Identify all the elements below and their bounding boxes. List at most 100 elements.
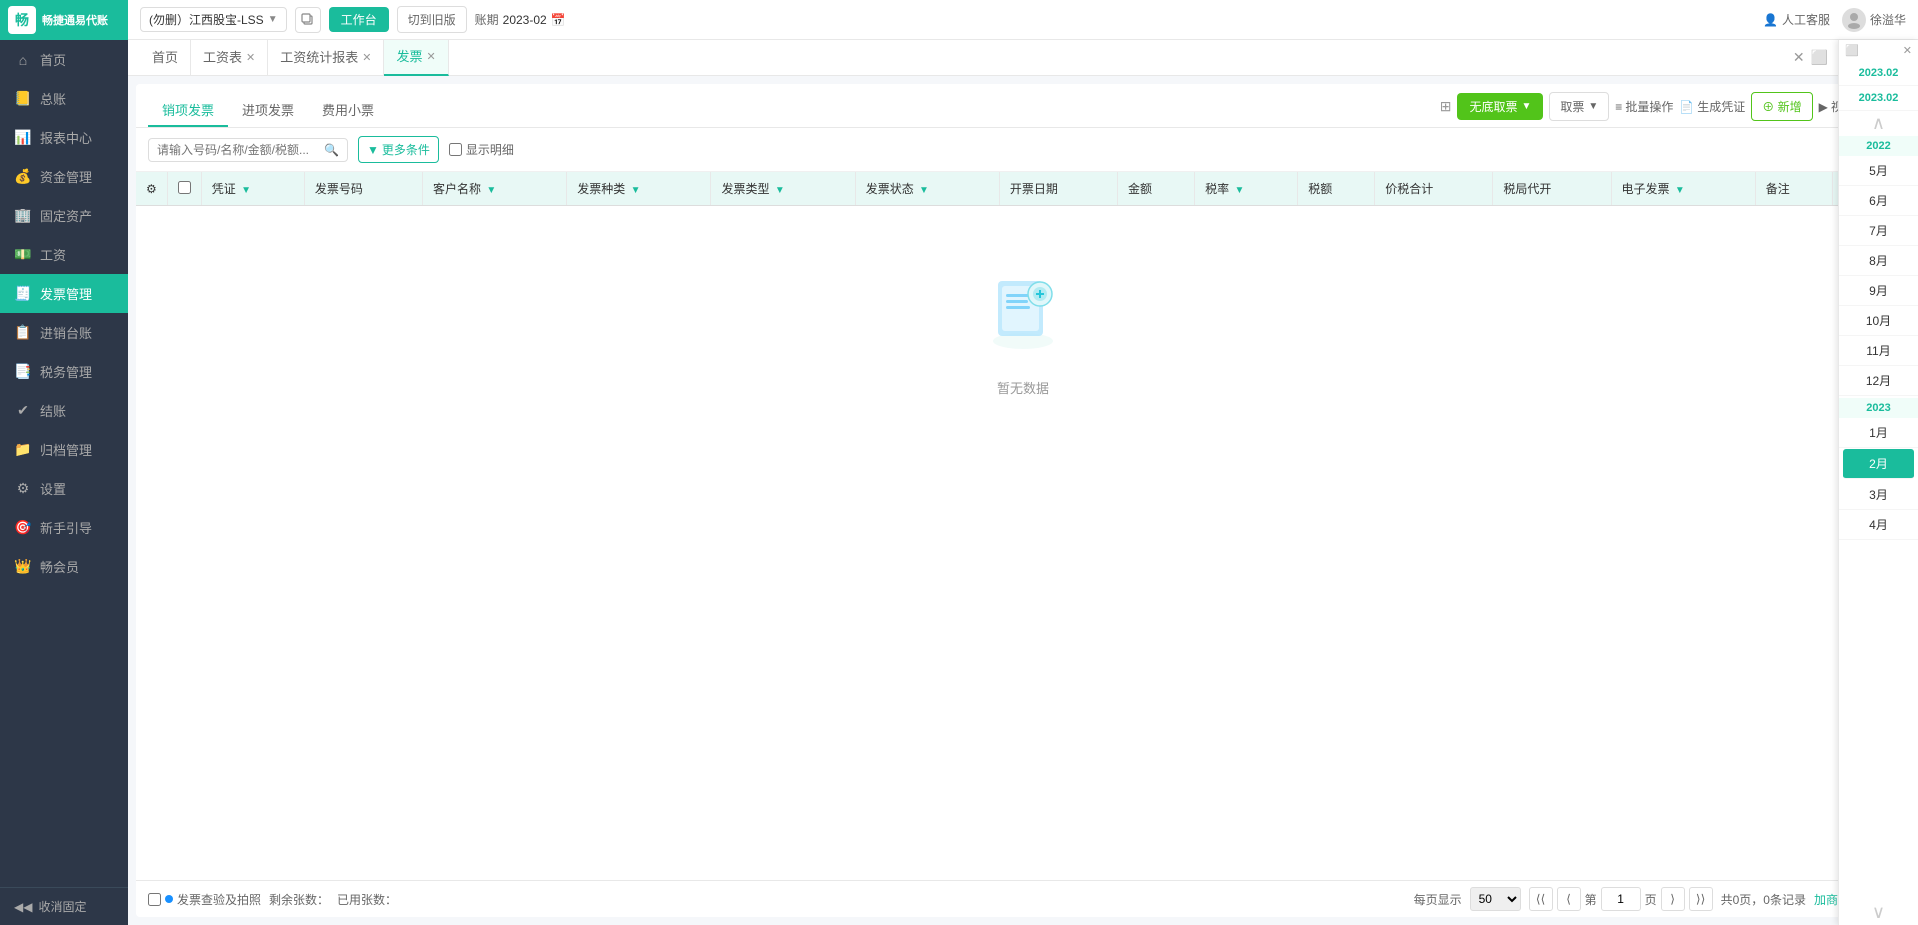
filter-icon[interactable]: ▼ [919,185,929,196]
filter-icon[interactable]: ▼ [631,185,641,196]
user-avatar [1842,8,1866,32]
filter-icon[interactable]: ▼ [486,185,496,196]
date-month-2023-1[interactable]: 1月 [1839,418,1918,448]
service-button[interactable]: 👤 人工客服 [1763,11,1830,28]
date-month-10[interactable]: 10月 [1839,306,1918,336]
no-ticket-dropdown-arrow: ▼ [1521,101,1531,112]
date-header-2[interactable]: 2023.02 [1839,86,1918,111]
sidebar-item-ledger[interactable]: 📒 总账 [0,79,128,118]
main-content: (勿删）江西股宝-LSS ▼ 工作台 切到旧版 账期 2023-02 📅 👤 人… [128,0,1918,925]
filter-icon[interactable]: ▼ [241,185,251,196]
tab-home[interactable]: 首页 [140,40,191,76]
sidebar-item-member[interactable]: 👑 畅会员 [0,547,128,586]
invoice-table: ⚙ 凭证 ▼ 发票号码 客户名称 ▼ 发票种类 ▼ 发票类型 ▼ 发票状态 ▼ … [136,172,1910,206]
sidebar-item-guide[interactable]: 🎯 新手引导 [0,508,128,547]
date-month-5[interactable]: 5月 [1839,156,1918,186]
copy-button[interactable] [295,7,321,33]
tab-salary-table[interactable]: 工资表 ✕ [191,40,268,76]
first-page-button[interactable]: ⟨⟨ [1529,887,1553,911]
th-invoice-no: 发票号码 [304,172,422,206]
home-icon: ⌂ [14,52,32,68]
workbench-button[interactable]: 工作台 [329,7,389,32]
date-month-8[interactable]: 8月 [1839,246,1918,276]
filter-icon[interactable]: ▼ [775,185,785,196]
tab-label: 工资统计报表 [280,40,358,76]
search-input[interactable] [157,143,320,157]
date-month-6[interactable]: 6月 [1839,186,1918,216]
sub-tab-purchase[interactable]: 进项发票 [228,94,308,127]
tab-close-icon[interactable]: ✕ [246,40,255,76]
scroll-up-icon[interactable]: ∧ [1839,111,1918,136]
date-month-11[interactable]: 11月 [1839,336,1918,366]
filter-icon[interactable]: ▼ [1675,185,1685,196]
collapse-label: 收消固定 [38,898,86,915]
tab-invoices[interactable]: 发票 ✕ [384,40,448,76]
sidebar-item-tax[interactable]: 📑 税务管理 [0,352,128,391]
show-detail-checkbox[interactable]: 显示明细 [449,141,514,158]
last-page-button[interactable]: ⟩⟩ [1689,887,1713,911]
per-page-select[interactable]: 50 100 200 [1470,887,1521,911]
sub-tab-sales[interactable]: 销项发票 [148,94,228,127]
date-header-1[interactable]: 2023.02 [1839,76,1918,86]
tab-salary-stats[interactable]: 工资统计报表 ✕ [268,40,384,76]
date-month-2023-3[interactable]: 3月 [1839,480,1918,510]
more-filter-button[interactable]: ▼ 更多条件 [358,136,439,163]
sidebar-item-checkout[interactable]: ✔ 结账 [0,391,128,430]
tax-icon: 📑 [14,363,32,380]
sidebar-item-archive[interactable]: 📁 归档管理 [0,430,128,469]
company-name: (勿删）江西股宝-LSS [149,11,264,28]
sidebar-item-sales[interactable]: 📋 进销台账 [0,313,128,352]
close-all-icon[interactable]: ✕ [1793,49,1805,66]
page-unit: 页 [1645,891,1657,908]
sub-tab-expense[interactable]: 费用小票 [308,94,388,127]
sidebar-item-invoices[interactable]: 🧾 发票管理 [0,274,128,313]
prev-page-button[interactable]: ⟨ [1557,887,1581,911]
generate-cert-button[interactable]: 📄 生成凭证 [1679,98,1745,115]
th-tax-rate: 税率 ▼ [1195,172,1298,206]
user-info[interactable]: 徐溢华 [1842,8,1906,32]
invoice-panel: 销项发票 进项发票 费用小票 ⊞ 无底取票 ▼ 取票 ▼ ≡ [136,84,1910,917]
sidebar: 畅 畅捷通易代账 ⌂ 首页 📒 总账 📊 报表中心 💰 资金管理 🏢 固定资产 … [0,0,128,925]
search-icon[interactable]: 🔍 [324,143,339,157]
th-settings[interactable]: ⚙ [136,172,167,206]
archive-icon: 📁 [14,441,32,458]
verify-checkbox[interactable] [148,893,161,906]
sidebar-item-salary[interactable]: 💵 工资 [0,235,128,274]
new-button[interactable]: ⊕ 新增 [1751,92,1812,121]
footer-left: 发票查验及拍照 剩余张数： 已用张数： [148,891,397,908]
date-month-9[interactable]: 9月 [1839,276,1918,306]
tab-close-icon[interactable]: ✕ [362,40,371,76]
sidebar-item-settings[interactable]: ⚙ 设置 [0,469,128,508]
switch-old-button[interactable]: 切到旧版 [397,6,467,33]
used-label: 已用张数： [337,891,397,908]
detail-checkbox[interactable] [449,143,462,156]
filter-icon[interactable]: ▼ [1234,185,1244,196]
empty-state: 暂无数据 [136,206,1910,457]
salary-icon: 💵 [14,246,32,263]
footer: 发票查验及拍照 剩余张数： 已用张数： 每页显示 50 100 200 [136,880,1910,917]
footer-right: 每页显示 50 100 200 ⟨⟨ ⟨ 第 页 ⟩ ⟩⟩ [1414,887,1898,911]
expand-icon[interactable]: ⬜ [1811,49,1828,66]
sidebar-item-assets[interactable]: 🏢 固定资产 [0,196,128,235]
date-month-2023-4[interactable]: 4月 [1839,510,1918,540]
page-input[interactable] [1601,887,1641,911]
sidebar-item-funds[interactable]: 💰 资金管理 [0,157,128,196]
sidebar-collapse[interactable]: ◀◀ 收消固定 [0,887,128,925]
tab-close-icon[interactable]: ✕ [427,39,436,75]
date-month-7[interactable]: 7月 [1839,216,1918,246]
company-selector[interactable]: (勿删）江西股宝-LSS ▼ [140,7,287,32]
sidebar-item-home[interactable]: ⌂ 首页 [0,40,128,79]
scroll-down-icon[interactable]: ∨ [1839,900,1918,925]
th-checkbox[interactable] [167,172,201,206]
guide-icon: 🎯 [14,519,32,536]
content-area: 销项发票 进项发票 费用小票 ⊞ 无底取票 ▼ 取票 ▼ ≡ [128,76,1918,925]
no-ticket-button[interactable]: 无底取票 ▼ [1457,93,1543,120]
sidebar-item-reports[interactable]: 📊 报表中心 [0,118,128,157]
date-month-2023-2[interactable]: 2月 [1843,449,1914,479]
date-month-12[interactable]: 12月 [1839,366,1918,396]
next-page-button[interactable]: ⟩ [1661,887,1685,911]
ticket-button[interactable]: 取票 ▼ [1549,92,1609,121]
batch-op-button[interactable]: ≡ 批量操作 [1615,98,1673,115]
select-all-checkbox[interactable] [178,181,191,194]
grid-layout-icon[interactable]: ⊞ [1440,98,1452,115]
